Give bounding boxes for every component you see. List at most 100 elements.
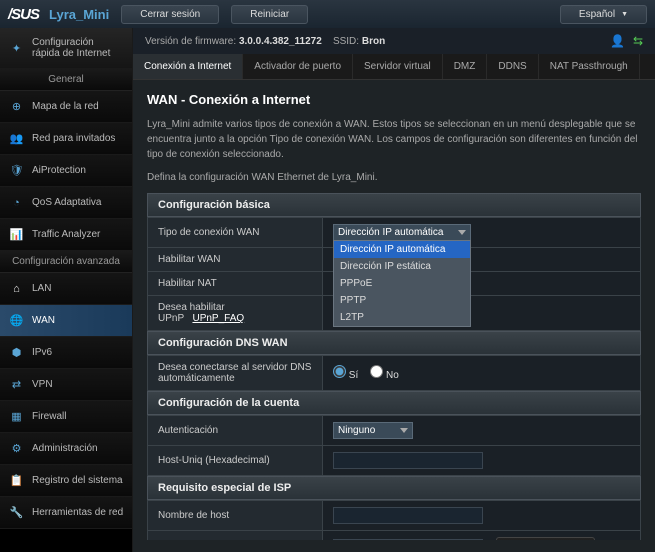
reboot-button[interactable]: Reiniciar — [231, 5, 308, 24]
sidebar-item-label: Traffic Analyzer — [32, 229, 100, 240]
wan-type-select[interactable]: Dirección IP automática — [333, 224, 471, 241]
dns-auto-label: Desea conectarse al servidor DNS automát… — [148, 356, 323, 391]
gauge-icon: ◔ — [8, 194, 25, 211]
page-title: WAN - Conexión a Internet — [147, 92, 641, 107]
dropdown-option[interactable]: PPTP — [334, 292, 470, 309]
sidebar-item-qos[interactable]: ◔ QoS Adaptativa — [0, 187, 132, 219]
dropdown-option[interactable]: PPPoE — [334, 275, 470, 292]
users-icon: 👥 — [8, 130, 25, 147]
wan-type-label: Tipo de conexión WAN — [148, 218, 323, 248]
sidebar-item-label: VPN — [32, 379, 53, 390]
tab-port-trigger[interactable]: Activador de puerto — [243, 54, 353, 79]
info-bar: Versión de firmware: 3.0.0.4.382_11272 S… — [133, 28, 655, 54]
logout-button[interactable]: Cerrar sesión — [121, 5, 219, 24]
sidebar-item-aiprotection[interactable]: 🛡 AiProtection — [0, 155, 132, 187]
sidebar-item-wan[interactable]: 🌐WAN — [0, 305, 132, 337]
user-status-icon[interactable]: 👤 — [610, 34, 625, 48]
account-config-table: Autenticación Ninguno Host-Uniq (Hexadec… — [147, 415, 641, 476]
hostuniq-input[interactable] — [333, 452, 483, 469]
page-description-2: Defina la configuración WAN Ethernet de … — [147, 170, 641, 185]
sidebar-item-traffic[interactable]: 📊 Traffic Analyzer — [0, 219, 132, 251]
sidebar-item-label: Registro del sistema — [32, 475, 123, 486]
link-status-icon[interactable]: ⇆ — [633, 34, 643, 48]
mac-label: Dirección MAC — [148, 531, 323, 541]
ssid-label: SSID: — [333, 36, 359, 47]
tabs: Conexión a Internet Activador de puerto … — [133, 54, 655, 80]
fw-version: 3.0.0.4.382_11272 — [239, 36, 322, 47]
sidebar-item-syslog[interactable]: 📋 Registro del sistema — [0, 465, 132, 497]
sidebar-item-label: Administración — [32, 443, 98, 454]
section-isp-header: Requisito especial de ISP — [147, 476, 641, 500]
sidebar-item-label: AiProtection — [32, 165, 86, 176]
log-icon: 📋 — [8, 472, 25, 489]
home-icon: ⌂ — [8, 280, 25, 297]
section-dns-header: Configuración DNS WAN — [147, 331, 641, 355]
ssid-value: Bron — [362, 36, 385, 47]
network-icon: ⊕ — [8, 98, 25, 115]
sidebar-item-label: Firewall — [32, 411, 66, 422]
shield-icon: 🛡 — [8, 162, 25, 179]
sidebar-item-guest[interactable]: 👥 Red para invitados — [0, 123, 132, 155]
vpn-icon: ⇄ — [8, 376, 25, 393]
model-name: Lyra_Mini — [49, 7, 109, 22]
auth-label: Autenticación — [148, 416, 323, 446]
sidebar-advanced-header: Configuración avanzada — [0, 251, 132, 273]
sidebar-item-label: QoS Adaptativa — [32, 197, 102, 208]
sidebar-item-qis[interactable]: ✦ Configuración rápida de Internet — [0, 28, 132, 69]
language-selector[interactable]: Español — [560, 5, 647, 24]
tab-dmz[interactable]: DMZ — [443, 54, 488, 79]
dns-auto-radio: Sí No — [333, 365, 630, 381]
sidebar-item-nettools[interactable]: 🔧 Herramientas de red — [0, 497, 132, 529]
enable-wan-label: Habilitar WAN — [148, 248, 323, 272]
sidebar-item-vpn[interactable]: ⇄ VPN — [0, 369, 132, 401]
dropdown-option[interactable]: L2TP — [334, 309, 470, 326]
sidebar-item-label: IPv6 — [32, 347, 52, 358]
main-panel: Versión de firmware: 3.0.0.4.382_11272 S… — [133, 28, 655, 552]
dns-config-table: Desea conectarse al servidor DNS automát… — [147, 355, 641, 391]
section-basic-header: Configuración básica — [147, 193, 641, 217]
tab-nat-passthrough[interactable]: NAT Passthrough — [539, 54, 640, 79]
tab-internet-connection[interactable]: Conexión a Internet — [133, 54, 243, 79]
basic-config-table: Tipo de conexión WAN Dirección IP automá… — [147, 217, 641, 331]
isp-config-table: Nombre de host Dirección MAC Clonación M… — [147, 500, 641, 540]
admin-icon: ⚙ — [8, 440, 25, 457]
fw-label: Versión de firmware: — [145, 36, 236, 47]
ipv6-icon: ⬢ — [8, 344, 25, 361]
sidebar-item-label: Mapa de la red — [32, 101, 99, 112]
sidebar-item-label: LAN — [32, 283, 51, 294]
sidebar-item-label: Configuración rápida de Internet — [32, 37, 124, 59]
sidebar-item-label: Herramientas de red — [32, 507, 123, 518]
mac-input[interactable] — [333, 539, 483, 540]
mac-clone-button[interactable]: Clonación MAC — [496, 537, 595, 540]
firewall-icon: ▦ — [8, 408, 25, 425]
section-account-header: Configuración de la cuenta — [147, 391, 641, 415]
brand-logo: /SUS — [8, 6, 39, 23]
upnp-faq-link[interactable]: UPnP_FAQ — [192, 313, 244, 324]
page-description-1: Lyra_Mini admite varios tipos de conexió… — [147, 117, 641, 162]
auth-select[interactable]: Ninguno — [333, 422, 413, 439]
wan-type-dropdown: Dirección IP automática Dirección IP est… — [333, 240, 471, 327]
header-bar: /SUS Lyra_Mini Cerrar sesión Reiniciar E… — [0, 0, 655, 28]
dropdown-option[interactable]: Dirección IP automática — [334, 241, 470, 258]
tab-virtual-server[interactable]: Servidor virtual — [353, 54, 443, 79]
sidebar-item-admin[interactable]: ⚙ Administración — [0, 433, 132, 465]
sidebar: ✦ Configuración rápida de Internet Gener… — [0, 28, 133, 552]
radio-yes[interactable]: Sí — [333, 365, 358, 381]
sidebar-item-label: Red para invitados — [32, 133, 115, 144]
hostuniq-label: Host-Uniq (Hexadecimal) — [148, 446, 323, 476]
magic-wand-icon: ✦ — [8, 40, 25, 57]
sidebar-item-lan[interactable]: ⌂ LAN — [0, 273, 132, 305]
radio-no[interactable]: No — [370, 365, 399, 381]
enable-nat-label: Habilitar NAT — [148, 272, 323, 296]
chart-icon: 📊 — [8, 226, 25, 243]
sidebar-item-firewall[interactable]: ▦ Firewall — [0, 401, 132, 433]
hostname-input[interactable] — [333, 507, 483, 524]
sidebar-item-networkmap[interactable]: ⊕ Mapa de la red — [0, 91, 132, 123]
content-area: WAN - Conexión a Internet Lyra_Mini admi… — [133, 80, 655, 540]
sidebar-item-ipv6[interactable]: ⬢ IPv6 — [0, 337, 132, 369]
tools-icon: 🔧 — [8, 504, 25, 521]
dropdown-option[interactable]: Dirección IP estática — [334, 258, 470, 275]
tab-ddns[interactable]: DDNS — [487, 54, 538, 79]
sidebar-item-label: WAN — [32, 315, 55, 326]
sidebar-general-header: General — [0, 69, 132, 91]
